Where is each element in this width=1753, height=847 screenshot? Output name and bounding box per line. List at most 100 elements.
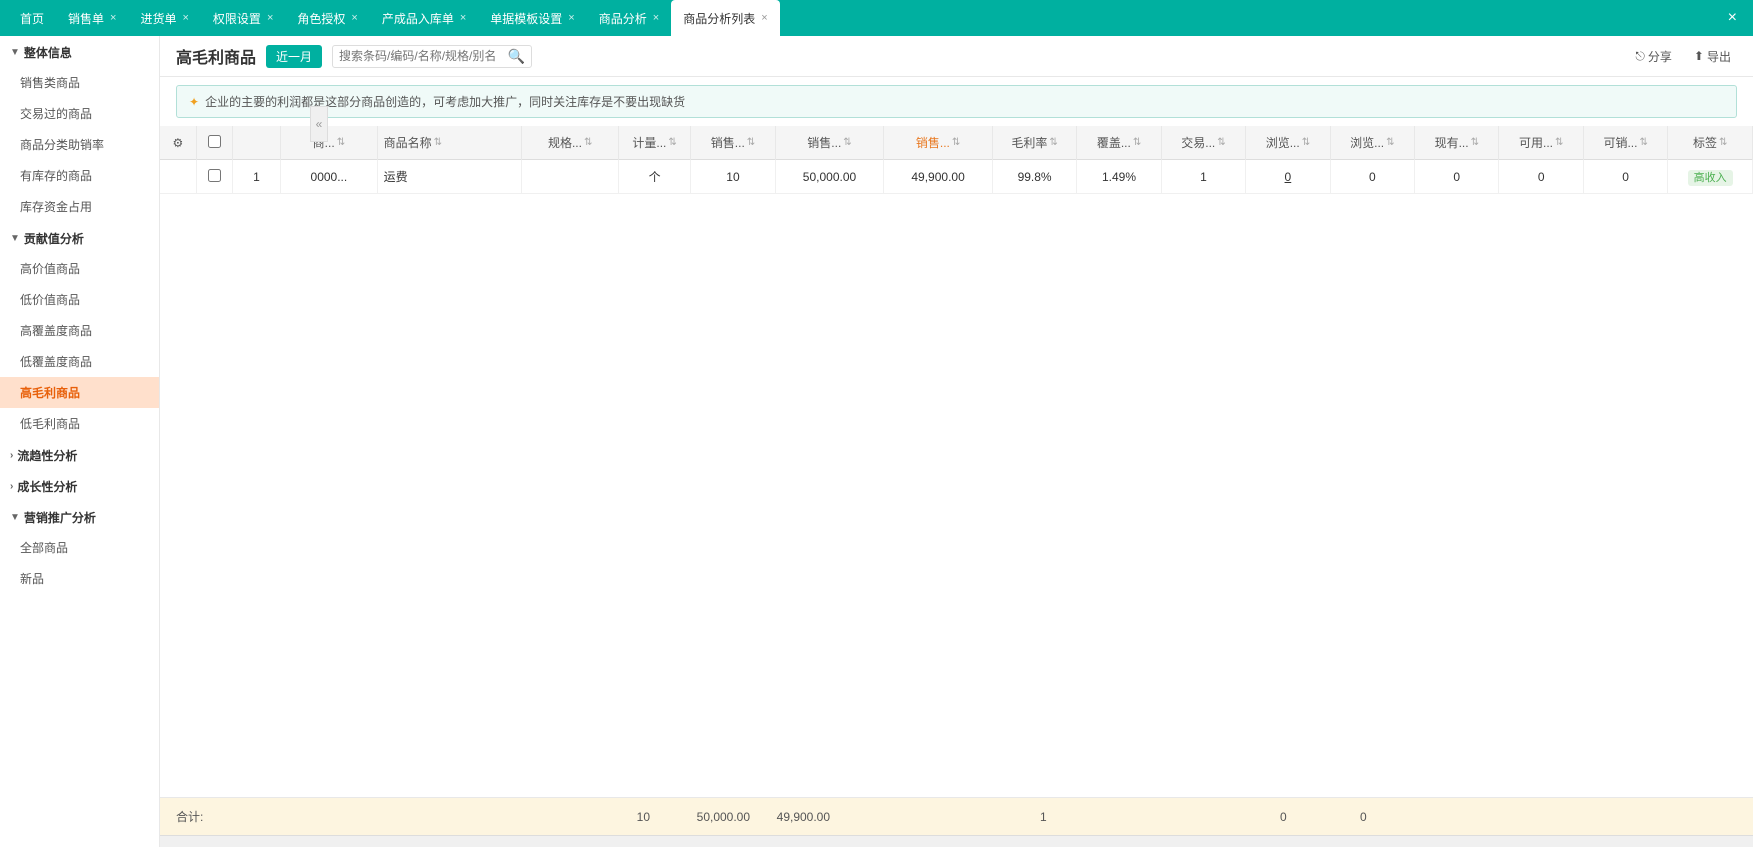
tab-roles[interactable]: 角色授权 × — [285, 0, 369, 36]
search-icon[interactable]: 🔍 — [508, 48, 525, 65]
sort-icon-avail: ⇅ — [1555, 137, 1563, 148]
sidebar-item-low-coverage[interactable]: 低覆盖度商品 — [0, 346, 159, 377]
tab-analysis-list[interactable]: 商品分析列表 × — [671, 0, 779, 36]
sidebar: ▼ 整体信息 销售类商品 交易过的商品 商品分类助销率 有库存的商品 库存资金占… — [0, 36, 160, 847]
tab-home[interactable]: 首页 — [8, 0, 56, 36]
col-header-code[interactable]: 商... ⇅ — [281, 126, 378, 160]
sidebar-item-low-value[interactable]: 低价值商品 — [0, 284, 159, 315]
sidebar-item-new-products[interactable]: 新品 — [0, 563, 159, 594]
row-gross-rate-cell: 99.8% — [992, 160, 1076, 194]
col-header-gross-rate[interactable]: 毛利率 ⇅ — [992, 126, 1076, 160]
sidebar-item-high-margin[interactable]: 高毛利商品 — [0, 377, 159, 408]
tab-product-in[interactable]: 产成品入库单 × — [370, 0, 478, 36]
tab-close-roles[interactable]: × — [351, 13, 357, 24]
group-arrow-marketing: ▼ — [10, 512, 20, 523]
tab-product-analysis[interactable]: 商品分析 × — [587, 0, 671, 36]
sidebar-item-category-rate[interactable]: 商品分类助销率 — [0, 129, 159, 160]
time-filter-button[interactable]: 近一月 — [266, 45, 322, 68]
row-sales-amt-cell: 50,000.00 — [775, 160, 884, 194]
tab-close-product-in[interactable]: × — [460, 13, 466, 24]
sidebar-item-traded-products[interactable]: 交易过的商品 — [0, 98, 159, 129]
col-header-cover[interactable]: 覆盖... ⇅ — [1077, 126, 1161, 160]
group-arrow-trend: › — [10, 450, 13, 461]
row-browse1-cell: 0 — [1246, 160, 1330, 194]
col-header-sales-cost[interactable]: 销售... ⇅ — [884, 126, 993, 160]
footer-sales-amt: 50,000.00 — [683, 810, 763, 824]
col-header-stock[interactable]: 现有... ⇅ — [1415, 126, 1499, 160]
row-sale-cell: 0 — [1583, 160, 1667, 194]
sidebar-item-high-coverage[interactable]: 高覆盖度商品 — [0, 315, 159, 346]
select-all-checkbox[interactable] — [208, 135, 221, 148]
sort-icon-sales-cost: ⇅ — [952, 137, 960, 148]
table-row: 1 0000... 运费 个 10 50,000.00 49,900.00 99… — [160, 160, 1753, 194]
row-cover-cell: 1.49% — [1077, 160, 1161, 194]
tab-permissions[interactable]: 权限设置 × — [201, 0, 285, 36]
row-stock-cell: 0 — [1415, 160, 1499, 194]
tab-close-sales[interactable]: × — [110, 13, 116, 24]
row-sales-cost-cell: 49,900.00 — [884, 160, 993, 194]
sort-icon-sales-amt: ⇅ — [843, 137, 851, 148]
window-close-button[interactable]: × — [1720, 9, 1745, 27]
group-arrow-growth: › — [10, 481, 13, 492]
col-header-sales-amt[interactable]: 销售... ⇅ — [775, 126, 884, 160]
row-browse2-cell: 0 — [1330, 160, 1414, 194]
row-name-cell: 运费 — [377, 160, 522, 194]
sidebar-group-growth[interactable]: › 成长性分析 — [0, 470, 159, 501]
browse1-link[interactable]: 0 — [1285, 170, 1292, 184]
export-button[interactable]: ⬆ 导出 — [1688, 46, 1737, 67]
row-spec-cell — [522, 160, 619, 194]
col-header-spec[interactable]: 规格... ⇅ — [522, 126, 619, 160]
col-header-sales-qty[interactable]: 销售... ⇅ — [691, 126, 775, 160]
page-title: 高毛利商品 — [176, 44, 256, 68]
col-header-settings[interactable]: ⚙ — [160, 126, 196, 160]
data-table: ⚙ 商... ⇅ — [160, 126, 1753, 194]
col-header-num — [232, 126, 280, 160]
sidebar-item-stock-capital[interactable]: 库存资金占用 — [0, 191, 159, 222]
sidebar-group-marketing[interactable]: ▼ 营销推广分析 — [0, 501, 159, 532]
sidebar-group-contribution[interactable]: ▼ 贡献值分析 — [0, 222, 159, 253]
share-icon: ⎋ — [1635, 49, 1645, 64]
col-header-checkbox[interactable] — [196, 126, 232, 160]
sidebar-collapse-button[interactable]: « — [310, 106, 328, 142]
sidebar-item-low-margin[interactable]: 低毛利商品 — [0, 408, 159, 439]
tab-template[interactable]: 单据模板设置 × — [478, 0, 586, 36]
tab-close-permissions[interactable]: × — [267, 13, 273, 24]
footer-label: 合计: — [176, 808, 203, 825]
table-body: 1 0000... 运费 个 10 50,000.00 49,900.00 99… — [160, 160, 1753, 194]
sidebar-item-stocked-products[interactable]: 有库存的商品 — [0, 160, 159, 191]
sidebar-item-sales-products[interactable]: 销售类商品 — [0, 67, 159, 98]
col-header-trade[interactable]: 交易... ⇅ — [1161, 126, 1245, 160]
tab-sales-order[interactable]: 销售单 × — [56, 0, 128, 36]
sidebar-group-trend[interactable]: › 流趋性分析 — [0, 439, 159, 470]
search-input[interactable] — [339, 49, 508, 63]
col-header-avail[interactable]: 可用... ⇅ — [1499, 126, 1583, 160]
col-header-sale[interactable]: 可销... ⇅ — [1583, 126, 1667, 160]
sort-icon-cover: ⇅ — [1133, 137, 1141, 148]
sidebar-group-overall[interactable]: ▼ 整体信息 — [0, 36, 159, 67]
col-header-browse1[interactable]: 浏览... ⇅ — [1246, 126, 1330, 160]
col-header-tag[interactable]: 标签 ⇅ — [1668, 126, 1753, 160]
row-checkbox[interactable] — [208, 169, 221, 182]
sort-icon-code: ⇅ — [337, 137, 345, 148]
tab-purchase[interactable]: 进货单 × — [128, 0, 200, 36]
row-unit-cell: 个 — [618, 160, 690, 194]
sidebar-item-all-products[interactable]: 全部商品 — [0, 532, 159, 563]
tab-close-purchase[interactable]: × — [182, 13, 188, 24]
bottom-scrollbar[interactable] — [160, 835, 1753, 847]
main-layout: ▼ 整体信息 销售类商品 交易过的商品 商品分类助销率 有库存的商品 库存资金占… — [0, 36, 1753, 847]
product-tag: 高收入 — [1688, 170, 1733, 186]
col-header-name[interactable]: 商品名称 ⇅ — [377, 126, 522, 160]
search-box: 🔍 — [332, 45, 532, 68]
sort-icon-sale: ⇅ — [1639, 137, 1647, 148]
share-button[interactable]: ⎋ 分享 — [1629, 46, 1678, 67]
tab-close-template[interactable]: × — [568, 13, 574, 24]
info-icon: ✦ — [189, 95, 199, 109]
tab-close-analysis-list[interactable]: × — [761, 13, 767, 24]
col-header-unit[interactable]: 计量... ⇅ — [618, 126, 690, 160]
sidebar-item-high-value[interactable]: 高价值商品 — [0, 253, 159, 284]
tab-close-product-analysis[interactable]: × — [653, 13, 659, 24]
sort-icon-unit: ⇅ — [668, 137, 676, 148]
top-nav: 首页 销售单 × 进货单 × 权限设置 × 角色授权 × 产成品入库单 × 单据… — [0, 0, 1753, 36]
footer-trade: 1 — [1003, 810, 1083, 824]
col-header-browse2[interactable]: 浏览... ⇅ — [1330, 126, 1414, 160]
